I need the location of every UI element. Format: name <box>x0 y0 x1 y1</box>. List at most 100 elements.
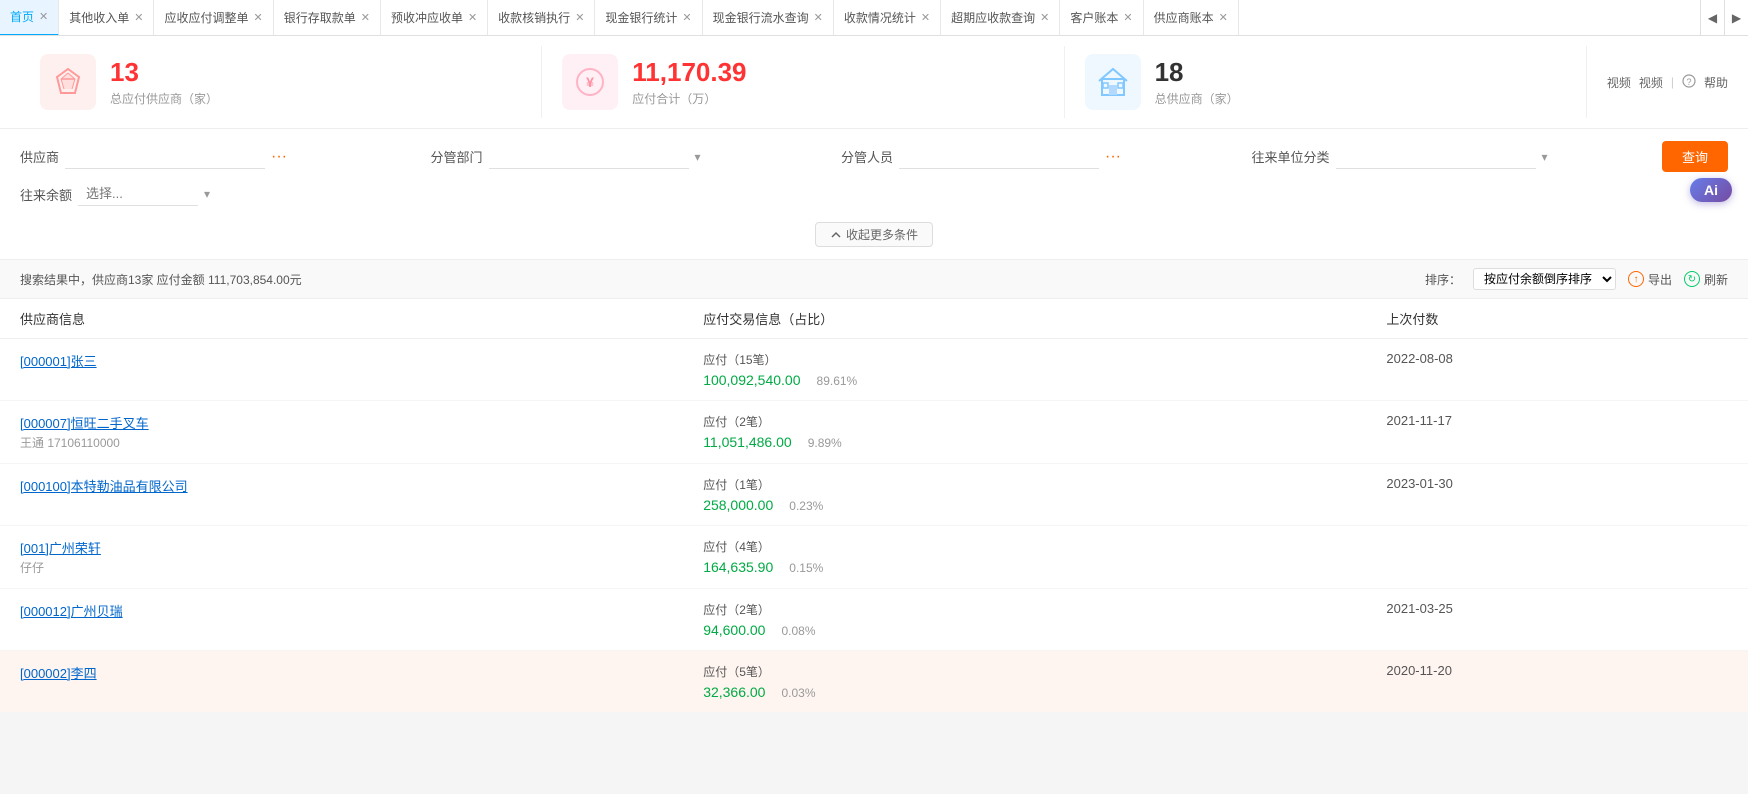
nav-prev-arrow[interactable]: ◀ <box>1700 0 1724 36</box>
payable-amount: 11,170.39 <box>632 57 746 88</box>
col-header-supplier: 供应商信息 <box>20 309 703 328</box>
nav-tab-collection-label: 收款情况统计 <box>844 9 916 26</box>
nav-tab-suppbook-close[interactable]: ✕ <box>1219 11 1228 24</box>
nav-tab-home[interactable]: 首页 ✕ <box>0 0 59 36</box>
nav-tab-suppbook[interactable]: 供应商账本 ✕ <box>1144 0 1239 36</box>
nav-tab-collection-close[interactable]: ✕ <box>921 11 930 24</box>
top-navigation: 首页 ✕ 其他收入单 ✕ 应收应付调整单 ✕ 银行存取款单 ✕ 预收冲应收单 ✕… <box>0 0 1748 36</box>
filter-row-2: 往来余额 ▾ <box>20 182 1728 206</box>
tx-info-cell: 应付（4笔）164,635.900.15% <box>703 538 1386 575</box>
supplier-link[interactable]: [001]广州荣轩 <box>20 541 101 556</box>
refresh-button[interactable]: ↻ 刷新 <box>1684 271 1728 288</box>
links-divider: | <box>1671 75 1674 89</box>
video-link[interactable]: 视频 <box>1607 74 1631 91</box>
supplier-filter-input[interactable] <box>65 145 265 169</box>
collapse-label: 收起更多条件 <box>846 226 918 243</box>
dept-filter-input[interactable] <box>489 145 689 169</box>
nav-tab-custbook-label: 客户账本 <box>1070 9 1118 26</box>
supplier-filter-dots[interactable]: ··· <box>271 148 287 166</box>
category-filter-input[interactable] <box>1336 145 1536 169</box>
nav-tab-home-close[interactable]: ✕ <box>39 10 48 23</box>
nav-tab-verify-close[interactable]: ✕ <box>575 11 584 24</box>
last-pay-cell: 2021-03-25 <box>1386 601 1728 616</box>
tx-amount-row: 32,366.000.03% <box>703 684 1386 700</box>
tx-amount-value[interactable]: 100,092,540.00 <box>703 372 800 388</box>
supplier-info-cell: [000002]李四 <box>20 663 703 682</box>
nav-tab-cashstat-close[interactable]: ✕ <box>682 11 691 24</box>
supplier-link[interactable]: [000002]李四 <box>20 666 97 681</box>
export-button[interactable]: ↑ 导出 <box>1628 271 1672 288</box>
dept-filter-label: 分管部门 <box>431 147 483 166</box>
tx-label: 应付（2笔） <box>703 413 1386 430</box>
chevron-up-icon <box>830 229 842 241</box>
last-pay-cell: 2020-11-20 <box>1386 663 1728 678</box>
tx-label: 应付（5笔） <box>703 663 1386 680</box>
tx-amount-value[interactable]: 164,635.90 <box>703 559 773 575</box>
tx-amount-value[interactable]: 32,366.00 <box>703 684 765 700</box>
nav-tab-bank-close[interactable]: ✕ <box>361 11 370 24</box>
tx-amount-row: 164,635.900.15% <box>703 559 1386 575</box>
store-icon <box>1085 54 1141 110</box>
balance-filter-label: 往来余额 <box>20 185 72 204</box>
tx-info-cell: 应付（2笔） 11,051,486.00 9.89% <box>703 413 1386 450</box>
supplier-link[interactable]: [000100]本特勒油品有限公司 <box>20 479 188 494</box>
nav-tab-income-close[interactable]: ✕ <box>134 11 143 24</box>
help-label[interactable]: 帮助 <box>1704 74 1728 91</box>
person-filter-input[interactable] <box>899 145 1099 169</box>
tx-percent-value: 9.89% <box>808 436 842 450</box>
money-icon: ¥ <box>562 54 618 110</box>
nav-tab-advance[interactable]: 预收冲应收单 ✕ <box>381 0 488 36</box>
tx-amount-value[interactable]: 258,000.00 <box>703 497 773 513</box>
dept-chevron-icon[interactable]: ▾ <box>695 150 701 164</box>
tx-percent-value: 0.08% <box>781 624 815 638</box>
nav-tab-adjust-close[interactable]: ✕ <box>253 11 262 24</box>
ai-badge[interactable]: Ai <box>1690 178 1732 202</box>
tx-amount-value[interactable]: 94,600.00 <box>703 622 765 638</box>
nav-tab-cashflow[interactable]: 现金银行流水查询 ✕ <box>703 0 834 36</box>
nav-tab-overdue-close[interactable]: ✕ <box>1040 11 1049 24</box>
supplier-sub-info: 王通 17106110000 <box>20 434 703 451</box>
nav-tab-income[interactable]: 其他收入单 ✕ <box>59 0 154 36</box>
sort-select[interactable]: 按应付余额倒序排序 按应付余额正序排序 按供应商名称排序 <box>1473 268 1616 290</box>
video-label[interactable]: 视频 <box>1639 74 1663 91</box>
tx-amount-row: 258,000.000.23% <box>703 497 1386 513</box>
nav-tab-collection[interactable]: 收款情况统计 ✕ <box>834 0 941 36</box>
nav-tab-adjust[interactable]: 应收应付调整单 ✕ <box>154 0 273 36</box>
nav-tab-overdue[interactable]: 超期应收款查询 ✕ <box>941 0 1060 36</box>
nav-tab-suppbook-label: 供应商账本 <box>1154 9 1214 26</box>
tx-info-cell: 应付（1笔）258,000.000.23% <box>703 476 1386 513</box>
supplier-link[interactable]: [000007]恒旺二手叉车 <box>20 416 149 431</box>
refresh-label: 刷新 <box>1704 271 1728 288</box>
tx-amount-value[interactable]: 11,051,486.00 <box>703 434 792 450</box>
nav-tab-cashflow-close[interactable]: ✕ <box>814 11 823 24</box>
nav-next-arrow[interactable]: ▶ <box>1724 0 1748 36</box>
query-button[interactable]: 查询 <box>1662 141 1728 172</box>
tx-amount-row: 100,092,540.0089.61% <box>703 372 1386 388</box>
nav-tab-custbook-close[interactable]: ✕ <box>1123 11 1132 24</box>
supplier-link[interactable]: [000001]张三 <box>20 354 97 369</box>
nav-tab-advance-close[interactable]: ✕ <box>468 11 477 24</box>
result-summary-text: 搜索结果中，供应商13家 应付金额 111,703,854.00元 <box>20 271 302 288</box>
supplier-count: 13 <box>110 57 218 88</box>
tx-info-cell: 应付（15笔）100,092,540.0089.61% <box>703 351 1386 388</box>
filter-person: 分管人员 ··· <box>841 145 1236 169</box>
tx-info-cell: 应付（5笔） 32,366.000.03% <box>703 663 1386 700</box>
table-row: [000001]张三应付（15笔）100,092,540.0089.61%202… <box>0 339 1748 401</box>
supplier-info-cell: [000012]广州贝瑞 <box>20 601 703 620</box>
total-supplier-count: 18 <box>1155 57 1239 88</box>
balance-chevron-icon[interactable]: ▾ <box>204 187 210 201</box>
nav-tab-bank[interactable]: 银行存取款单 ✕ <box>274 0 381 36</box>
supplier-link[interactable]: [000012]广州贝瑞 <box>20 604 123 619</box>
balance-filter-input[interactable] <box>78 182 198 206</box>
table-row: [000012]广州贝瑞应付（2笔）94,600.000.08%2021-03-… <box>0 589 1748 651</box>
person-filter-dots[interactable]: ··· <box>1105 148 1121 166</box>
supplier-sub-info: 仔仔 <box>20 559 703 576</box>
nav-tab-cashstat-label: 现金银行统计 <box>605 9 677 26</box>
nav-tab-custbook[interactable]: 客户账本 ✕ <box>1060 0 1143 36</box>
summary-content-suppliers: 13 总应付供应商（家） <box>110 57 218 107</box>
supplier-info-cell: [000001]张三 <box>20 351 703 370</box>
nav-tab-cashstat[interactable]: 现金银行统计 ✕ <box>595 0 702 36</box>
nav-tab-verify[interactable]: 收款核销执行 ✕ <box>488 0 595 36</box>
collapse-button[interactable]: 收起更多条件 <box>815 222 933 247</box>
category-chevron-icon[interactable]: ▾ <box>1542 150 1548 164</box>
